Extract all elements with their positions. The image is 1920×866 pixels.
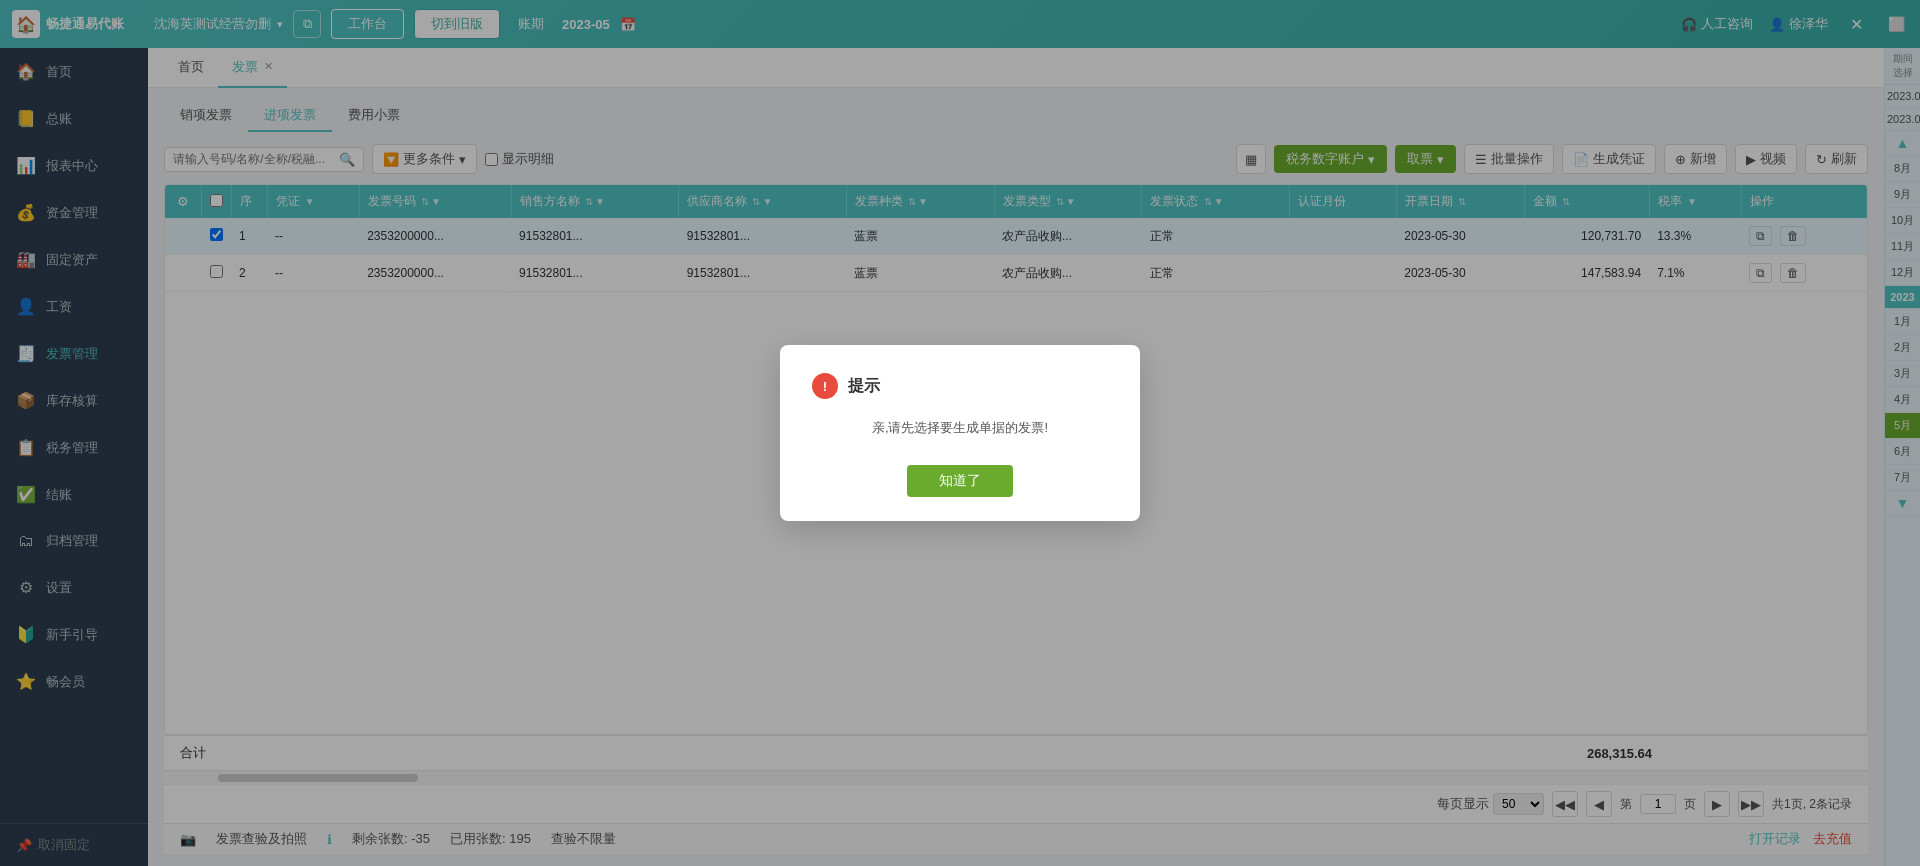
modal-title-row: ! 提示 xyxy=(812,373,1108,399)
modal-box: ! 提示 亲,请先选择要生成单据的发票! 知道了 xyxy=(780,345,1140,521)
modal-ok-button[interactable]: 知道了 xyxy=(907,465,1013,497)
modal-title: 提示 xyxy=(848,376,880,397)
modal-footer: 知道了 xyxy=(812,465,1108,497)
modal-message: 亲,请先选择要生成单据的发票! xyxy=(812,419,1108,437)
modal-warning-icon: ! xyxy=(812,373,838,399)
modal-overlay: ! 提示 亲,请先选择要生成单据的发票! 知道了 xyxy=(0,0,1920,866)
